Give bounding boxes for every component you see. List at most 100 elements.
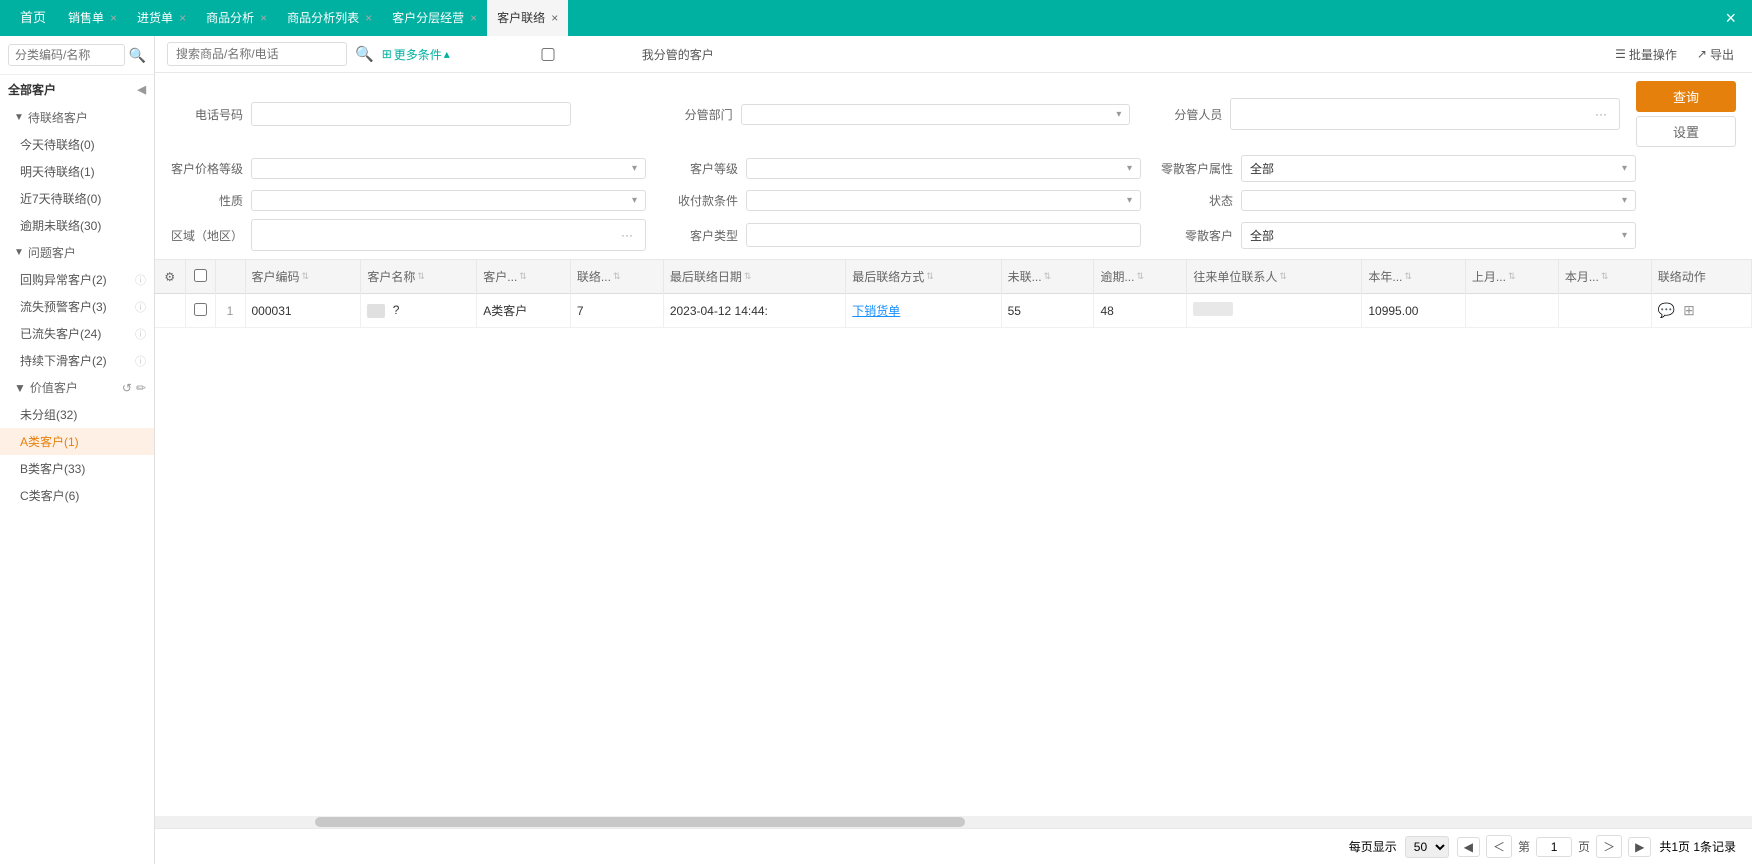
col-customer-code[interactable]: 客户编码 ⇅	[245, 260, 361, 294]
table-header-row: ⚙ 客户编码 ⇅	[155, 260, 1752, 294]
sidebar-item-ungrouped[interactable]: 未分组(32)	[0, 401, 154, 428]
sidebar-item-churn-warning[interactable]: 流失预警客户(3) ⓘ	[0, 293, 154, 320]
col-overdue[interactable]: 逾期... ⇅	[1094, 260, 1187, 294]
col-customer-name[interactable]: 客户名称 ⇅	[361, 260, 477, 294]
batch-op-btn[interactable]: ☰ 批量操作	[1609, 43, 1683, 66]
sidebar-group-pending[interactable]: ▼ 待联络客户	[0, 104, 154, 131]
col-no-contact[interactable]: 未联... ⇅	[1001, 260, 1094, 294]
search-input[interactable]	[167, 42, 347, 66]
label-region: 区域（地区）	[171, 227, 251, 244]
my-customers-checkbox[interactable]	[458, 48, 638, 61]
horizontal-scrollbar[interactable]	[155, 816, 1752, 828]
close-customer-tier-tab[interactable]: ×	[470, 0, 477, 36]
sidebar-group-value: ▼ 价值客户 ↺ ✏	[0, 374, 154, 401]
input-customer-type[interactable]	[746, 223, 1141, 247]
filter-search-icon[interactable]: 🔍	[355, 45, 374, 63]
sidebar-item-class-b[interactable]: B类客户(33)	[0, 455, 154, 482]
top-close-btn[interactable]: ×	[1717, 8, 1744, 29]
nav-home[interactable]: 首页	[8, 0, 58, 36]
row-action-cell: 💬 ⊞	[1651, 294, 1751, 328]
sidebar-item-class-c[interactable]: C类客户(6)	[0, 482, 154, 509]
select-price-grade[interactable]: ▾	[251, 158, 646, 179]
nav-tab-purchase[interactable]: 进货单 ×	[127, 0, 196, 36]
close-sales-tab[interactable]: ×	[110, 0, 117, 36]
select-payment[interactable]: ▾	[746, 190, 1141, 211]
scrollbar-thumb[interactable]	[315, 817, 965, 827]
code-sort-icon: ⇅	[302, 271, 310, 282]
status-dropdown-icon: ▾	[1622, 195, 1627, 206]
select-manager[interactable]: ···	[1230, 98, 1620, 130]
close-customer-contact-tab[interactable]: ×	[551, 0, 558, 36]
col-last-date[interactable]: 最后联络日期 ⇅	[663, 260, 845, 294]
last-page-btn[interactable]: ▶	[1628, 837, 1651, 857]
manager-dots-icon[interactable]: ···	[1591, 103, 1611, 125]
value-customers-edit-icon[interactable]: ✏	[136, 381, 146, 395]
select-all-checkbox[interactable]	[194, 269, 207, 282]
filter-bar: 🔍 ⊞ 更多条件 ▴ 我分管的客户 ☰ 批量操作 ↗ 导出	[155, 36, 1752, 73]
col-this-month[interactable]: 本月... ⇅	[1558, 260, 1651, 294]
sidebar-collapse-icon: ◀	[138, 83, 146, 96]
more-filter-btn[interactable]: ⊞ 更多条件 ▴	[382, 46, 450, 63]
nav-tab-sales[interactable]: 销售单 ×	[58, 0, 127, 36]
sidebar-item-churned[interactable]: 已流失客户(24) ⓘ	[0, 320, 154, 347]
col-this-year[interactable]: 本年... ⇅	[1362, 260, 1466, 294]
close-analysis-list-tab[interactable]: ×	[365, 0, 372, 36]
nav-tab-analysis[interactable]: 商品分析 ×	[196, 0, 277, 36]
select-nature[interactable]: ▾	[251, 190, 646, 211]
first-page-btn[interactable]: ◀	[1457, 837, 1480, 857]
export-btn[interactable]: ↗ 导出	[1691, 43, 1740, 66]
nav-tab-analysis-list[interactable]: 商品分析列表 ×	[277, 0, 382, 36]
col-last-month[interactable]: 上月... ⇅	[1465, 260, 1558, 294]
page-input[interactable]	[1536, 837, 1572, 857]
col-contact-count[interactable]: 联络... ⇅	[570, 260, 663, 294]
next-page-btn[interactable]: ＞	[1596, 835, 1622, 858]
select-retail-customer[interactable]: 全部 ▾	[1241, 222, 1636, 249]
col-unit-contact[interactable]: 往来单位联系人 ⇅	[1187, 260, 1362, 294]
region-dots-icon[interactable]: ···	[617, 224, 637, 246]
per-page-label: 每页显示	[1349, 838, 1397, 855]
label-phone: 电话号码	[171, 106, 251, 123]
close-purchase-tab[interactable]: ×	[179, 0, 186, 36]
query-button[interactable]: 查询	[1636, 81, 1736, 112]
row-qr-icon[interactable]: ⊞	[1683, 302, 1695, 319]
last-method-sort-icon: ⇅	[926, 271, 934, 282]
col-customer-type[interactable]: 客户... ⇅	[477, 260, 571, 294]
select-status[interactable]: ▾	[1241, 190, 1636, 211]
my-customers-checkbox-label[interactable]: 我分管的客户	[458, 46, 714, 63]
col-last-method[interactable]: 最后联络方式 ⇅	[846, 260, 1001, 294]
row-message-icon[interactable]: 💬	[1658, 302, 1675, 319]
value-customers-refresh-icon[interactable]: ↺	[122, 381, 132, 395]
col-settings[interactable]: ⚙	[155, 260, 185, 294]
sidebar-item-week-pending[interactable]: 近7天待联络(0)	[0, 185, 154, 212]
row-num-cell: 1	[215, 294, 245, 328]
sidebar-item-tomorrow-pending[interactable]: 明天待联络(1)	[0, 158, 154, 185]
export-icon: ↗	[1697, 47, 1707, 61]
select-customer-grade[interactable]: ▾	[746, 158, 1141, 179]
select-retail-attr[interactable]: 全部 ▾	[1241, 155, 1636, 182]
sidebar-search-area: 🔍	[0, 36, 154, 75]
row-contact-cell: 7	[570, 294, 663, 328]
input-phone[interactable]	[251, 102, 571, 126]
sidebar-item-class-a[interactable]: A类客户(1)	[0, 428, 154, 455]
sidebar-all-customers[interactable]: 全部客户 ◀	[0, 75, 154, 104]
close-analysis-tab[interactable]: ×	[260, 0, 267, 36]
nav-tab-customer-tier[interactable]: 客户分层经营 ×	[382, 0, 487, 36]
sidebar-item-declining[interactable]: 持续下滑客户(2) ⓘ	[0, 347, 154, 374]
prev-page-btn[interactable]: ＜	[1486, 835, 1512, 858]
sidebar-search-input[interactable]	[8, 44, 125, 66]
row-checkbox[interactable]	[194, 303, 207, 316]
select-region[interactable]: ···	[251, 219, 646, 251]
page-label: 第	[1518, 838, 1530, 855]
settings-button[interactable]: 设置	[1636, 116, 1736, 147]
per-page-select[interactable]: 50	[1405, 836, 1449, 858]
sidebar-group-problem[interactable]: ▼ 问题客户	[0, 239, 154, 266]
sidebar-item-today-pending[interactable]: 今天待联络(0)	[0, 131, 154, 158]
sidebar-item-overdue-pending[interactable]: 逾期未联络(30)	[0, 212, 154, 239]
total-records-label: 共1页 1条记录	[1659, 838, 1736, 855]
sidebar-search-icon[interactable]: 🔍	[129, 47, 146, 64]
select-dept[interactable]: ▾	[741, 104, 1131, 125]
nav-tab-customer-contact[interactable]: 客户联络 ×	[487, 0, 568, 36]
sidebar-item-abnormal-repurchase[interactable]: 回购异常客户(2) ⓘ	[0, 266, 154, 293]
this-month-sort-icon: ⇅	[1601, 271, 1609, 282]
last-method-link[interactable]: 下销货单	[852, 304, 900, 318]
